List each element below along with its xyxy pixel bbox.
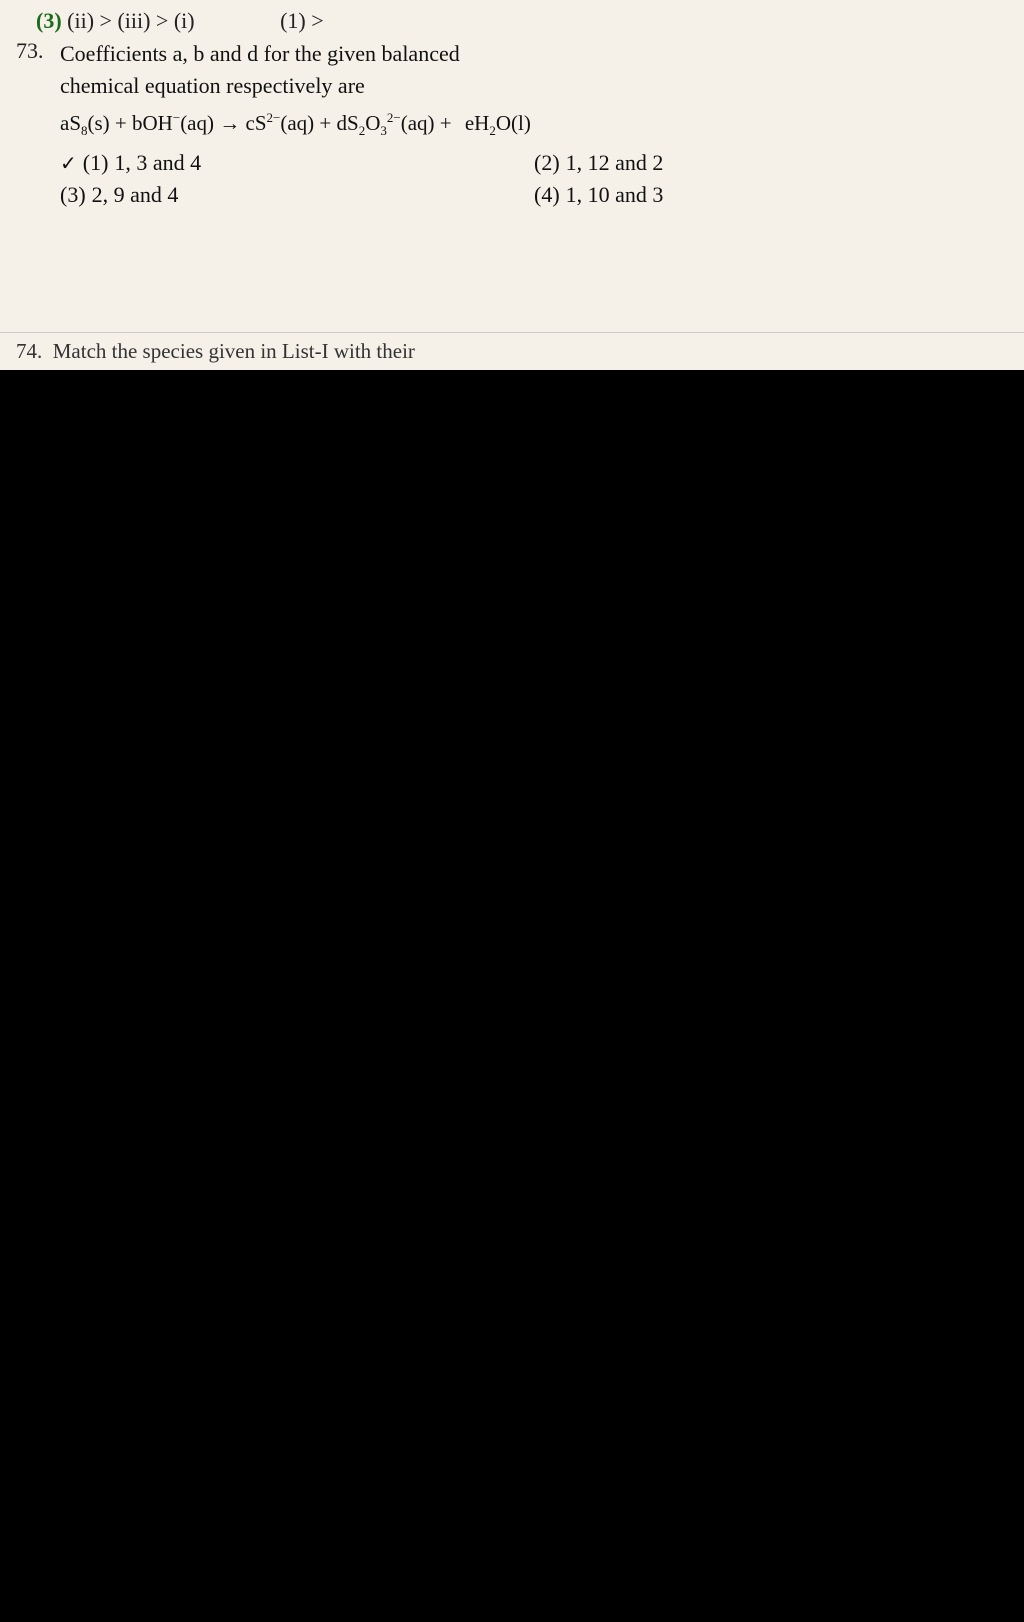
question-page: (3) (ii) > (iii) > (i) (1) > 73. Coeffic… bbox=[0, 0, 1024, 370]
option-2-text: 1, 12 and 2 bbox=[566, 150, 664, 176]
option-1-text: 1, 3 and 4 bbox=[114, 150, 201, 176]
options-grid: ✓ (1) 1, 3 and 4 (2) 1, 12 and 2 (3) 2, … bbox=[60, 150, 1008, 208]
option-2[interactable]: (2) 1, 12 and 2 bbox=[534, 150, 1008, 176]
option-3-number: (3) bbox=[60, 182, 86, 208]
option-4-number: (4) bbox=[534, 182, 560, 208]
black-background bbox=[0, 370, 1024, 1622]
next-q-text: Match the species given in List-I with t… bbox=[48, 339, 415, 363]
next-q-number: 74. bbox=[16, 339, 42, 363]
top-line: (3) (ii) > (iii) > (i) (1) > bbox=[16, 8, 1008, 34]
option-2-number: (2) bbox=[534, 150, 560, 176]
question-number: 73. bbox=[16, 38, 60, 64]
previous-answer-indicator: (3) bbox=[36, 8, 62, 33]
option-3[interactable]: (3) 2, 9 and 4 bbox=[60, 182, 534, 208]
option-1[interactable]: ✓ (1) 1, 3 and 4 bbox=[60, 150, 534, 176]
option-4-text: 1, 10 and 3 bbox=[566, 182, 664, 208]
next-question-preview: 74. Match the species given in List-I wi… bbox=[0, 332, 1024, 370]
extra-text: (1) > bbox=[280, 8, 324, 33]
option-1-number: (1) bbox=[83, 150, 109, 176]
chemical-equation: aS8(s) + bOH−(aq) → cS2−(aq) + dS2O32−(a… bbox=[60, 108, 1008, 141]
equation-rhs2: eH2O(l) bbox=[465, 108, 531, 141]
option-4[interactable]: (4) 1, 10 and 3 bbox=[534, 182, 1008, 208]
question-73-block: 73. Coefficients a, b and d for the give… bbox=[16, 38, 1008, 102]
top-line-text: (ii) > (iii) > (i) bbox=[67, 8, 194, 33]
question-body: Coefficients a, b and d for the given ba… bbox=[60, 38, 460, 102]
checkmark-icon: ✓ bbox=[60, 151, 77, 176]
option-3-text: 2, 9 and 4 bbox=[92, 182, 179, 208]
